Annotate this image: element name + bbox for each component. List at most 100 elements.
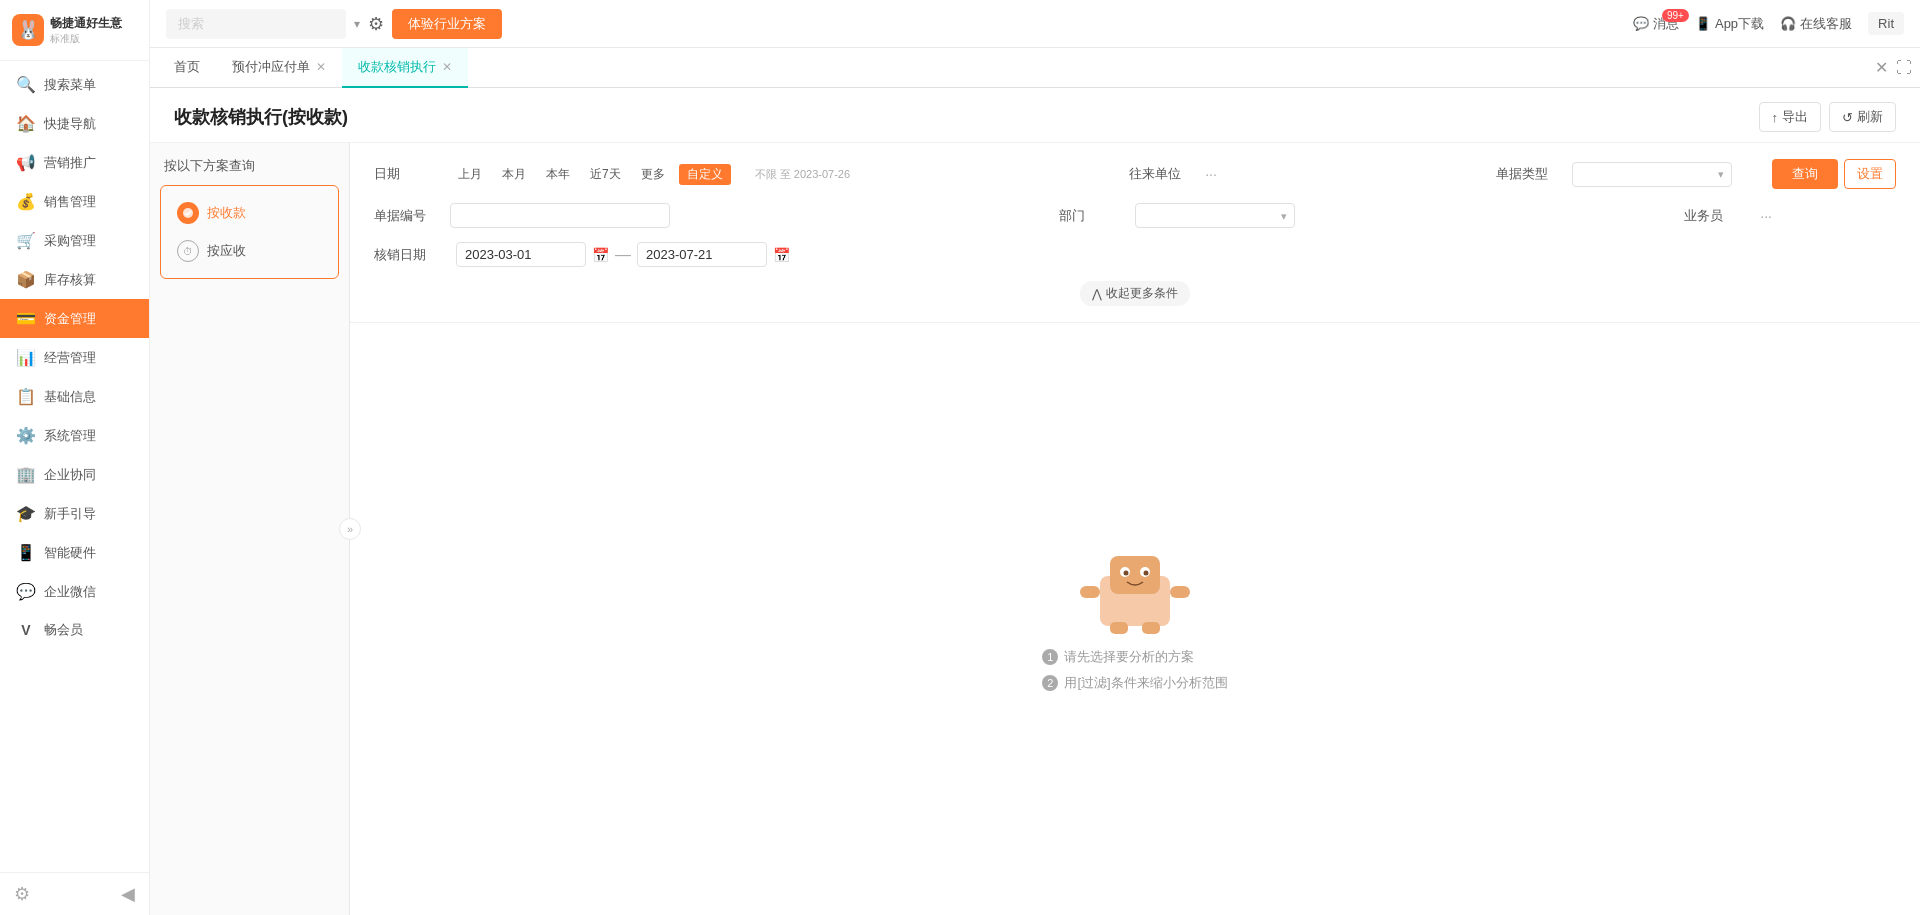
query-btn[interactable]: 查询 [1772,159,1838,189]
voucher-no-input[interactable] [450,203,670,228]
sidebar-label: 快捷导航 [44,115,96,133]
sidebar-item-quick-nav[interactable]: 🏠 快捷导航 [0,104,149,143]
business-icon: 📊 [16,348,36,367]
counterpart-dots[interactable]: ··· [1205,166,1217,182]
sidebar-item-finance[interactable]: 💳 资金管理 [0,299,149,338]
date-label: 日期 [374,165,444,183]
sidebar-label: 搜索菜单 [44,76,96,94]
query-label: 按应收 [207,242,246,260]
svg-point-6 [1144,571,1149,576]
page-header-actions: ↑ 导出 ↺ 刷新 [1759,102,1897,132]
topbar-search[interactable]: 搜索 [166,9,346,39]
solution-btn[interactable]: 体验行业方案 [392,9,502,39]
finance-icon: 💳 [16,309,36,328]
app-download-btn[interactable]: 📱 App下载 [1695,15,1764,33]
empty-hints: 1 请先选择要分析的方案 2 用[过滤]条件来缩小分析范围 [1042,648,1227,692]
sidebar-label: 系统管理 [44,427,96,445]
sidebar-label: 经营管理 [44,349,96,367]
receivable-icon: ⏱ [177,240,199,262]
tab-collection[interactable]: 收款核销执行 ✕ [342,48,468,88]
sidebar-item-inventory[interactable]: 📦 库存核算 [0,260,149,299]
sidebar-item-business[interactable]: 📊 经营管理 [0,338,149,377]
dept-select[interactable] [1135,203,1295,228]
left-query-panel: 按以下方案查询 按收款 ⏱ 按应收 [150,143,350,915]
export-icon: ↑ [1772,110,1779,125]
tab-close-all-icon[interactable]: ✕ [1875,58,1888,77]
query-option-by-collection[interactable]: 按收款 [161,194,338,232]
staff-label: 业务员 [1684,207,1754,225]
message-btn[interactable]: 💬 消息 99+ [1633,15,1679,33]
sidebar-label: 采购管理 [44,232,96,250]
guide-icon: 🎓 [16,504,36,523]
sidebar-item-wechat[interactable]: 💬 企业微信 [0,572,149,611]
query-label: 按收款 [207,204,246,222]
collapse-filter-btn[interactable]: ⋀ 收起更多条件 [1080,281,1190,306]
date-btn-this-year[interactable]: 本年 [540,164,576,185]
sidebar-item-sales[interactable]: 💰 销售管理 [0,182,149,221]
date-btn-7days[interactable]: 近7天 [584,164,627,185]
empty-state: 1 请先选择要分析的方案 2 用[过滤]条件来缩小分析范围 [350,323,1920,915]
date-btn-more[interactable]: 更多 [635,164,671,185]
step-1-text: 请先选择要分析的方案 [1064,648,1194,666]
page-title: 收款核销执行(按收款) [174,105,348,129]
dept-filter: 部门 [1059,203,1295,228]
tab-home[interactable]: 首页 [158,48,216,88]
sidebar-item-vip[interactable]: V 畅会员 [0,611,149,649]
sidebar-item-marketing[interactable]: 📢 营销推广 [0,143,149,182]
page-header: 收款核销执行(按收款) ↑ 导出 ↺ 刷新 [150,88,1920,143]
main-area: 搜索 ▾ ⚙ 体验行业方案 💬 消息 99+ 📱 App下载 🎧 在线客服 Ri… [150,0,1920,915]
panel-collapse-btn[interactable]: » [339,518,361,540]
message-badge: 99+ [1662,9,1689,22]
verify-date-range: 📅 — 📅 [456,242,790,267]
verify-date-end-input[interactable] [637,242,767,267]
sidebar-item-hardware[interactable]: 📱 智能硬件 [0,533,149,572]
export-btn[interactable]: ↑ 导出 [1759,102,1822,132]
date-btn-this-month[interactable]: 本月 [496,164,532,185]
sidebar-item-search-menu[interactable]: 🔍 搜索菜单 [0,65,149,104]
verify-date-start-input[interactable] [456,242,586,267]
vip-icon: V [16,622,36,638]
tab-expand-icon[interactable]: ⛶ [1896,59,1912,77]
setting-btn[interactable]: 设置 [1844,159,1896,189]
date-separator: — [615,246,631,264]
sidebar-label: 库存核算 [44,271,96,289]
voucher-type-select[interactable] [1572,162,1732,187]
date-not-limited: 不限 至 2023-07-26 [755,167,850,182]
query-action-btns: 查询 设置 [1772,159,1896,189]
calendar-end-icon[interactable]: 📅 [773,247,790,263]
tab-close-prepay[interactable]: ✕ [316,60,326,74]
online-service-btn[interactable]: 🎧 在线客服 [1780,15,1852,33]
calendar-start-icon[interactable]: 📅 [592,247,609,263]
sidebar-item-system[interactable]: ⚙️ 系统管理 [0,416,149,455]
topbar-gear-icon[interactable]: ⚙ [368,13,384,35]
sidebar-item-enterprise[interactable]: 🏢 企业协同 [0,455,149,494]
tab-close-collection[interactable]: ✕ [442,60,452,74]
sidebar-item-purchase[interactable]: 🛒 采购管理 [0,221,149,260]
date-btn-custom[interactable]: 自定义 [679,164,731,185]
collection-icon [177,202,199,224]
sidebar-item-guide[interactable]: 🎓 新手引导 [0,494,149,533]
content-area: 按以下方案查询 按收款 ⏱ 按应收 [150,143,1920,915]
basic-info-icon: 📋 [16,387,36,406]
hint-step-2: 2 用[过滤]条件来缩小分析范围 [1042,674,1227,692]
filter-area: 日期 上月 本月 本年 近7天 更多 自定义 不限 至 2023-07-26 [350,143,1920,323]
query-option-by-receivable[interactable]: ⏱ 按应收 [161,232,338,270]
svg-rect-10 [1142,622,1160,634]
message-icon: 💬 [1633,16,1649,31]
sidebar-label: 企业协同 [44,466,96,484]
topbar-left: 搜索 ▾ ⚙ 体验行业方案 [166,9,1621,39]
topbar-chevron-icon: ▾ [354,17,360,31]
tab-prepay[interactable]: 预付冲应付单 ✕ [216,48,342,88]
filter-collapse-row: ⋀ 收起更多条件 [374,281,1896,306]
collapse-sidebar-icon[interactable]: ◀ [121,883,135,905]
user-menu[interactable]: Rit [1868,12,1904,35]
system-icon: ⚙️ [16,426,36,445]
topbar: 搜索 ▾ ⚙ 体验行业方案 💬 消息 99+ 📱 App下载 🎧 在线客服 Ri… [150,0,1920,48]
staff-dots[interactable]: ··· [1760,208,1772,224]
date-btn-last-month[interactable]: 上月 [452,164,488,185]
refresh-btn[interactable]: ↺ 刷新 [1829,102,1896,132]
tabs-bar: 首页 预付冲应付单 ✕ 收款核销执行 ✕ ✕ ⛶ [150,48,1920,88]
sidebar-item-basic-info[interactable]: 📋 基础信息 [0,377,149,416]
settings-icon[interactable]: ⚙ [14,883,30,905]
app-icon: 📱 [1695,16,1711,31]
